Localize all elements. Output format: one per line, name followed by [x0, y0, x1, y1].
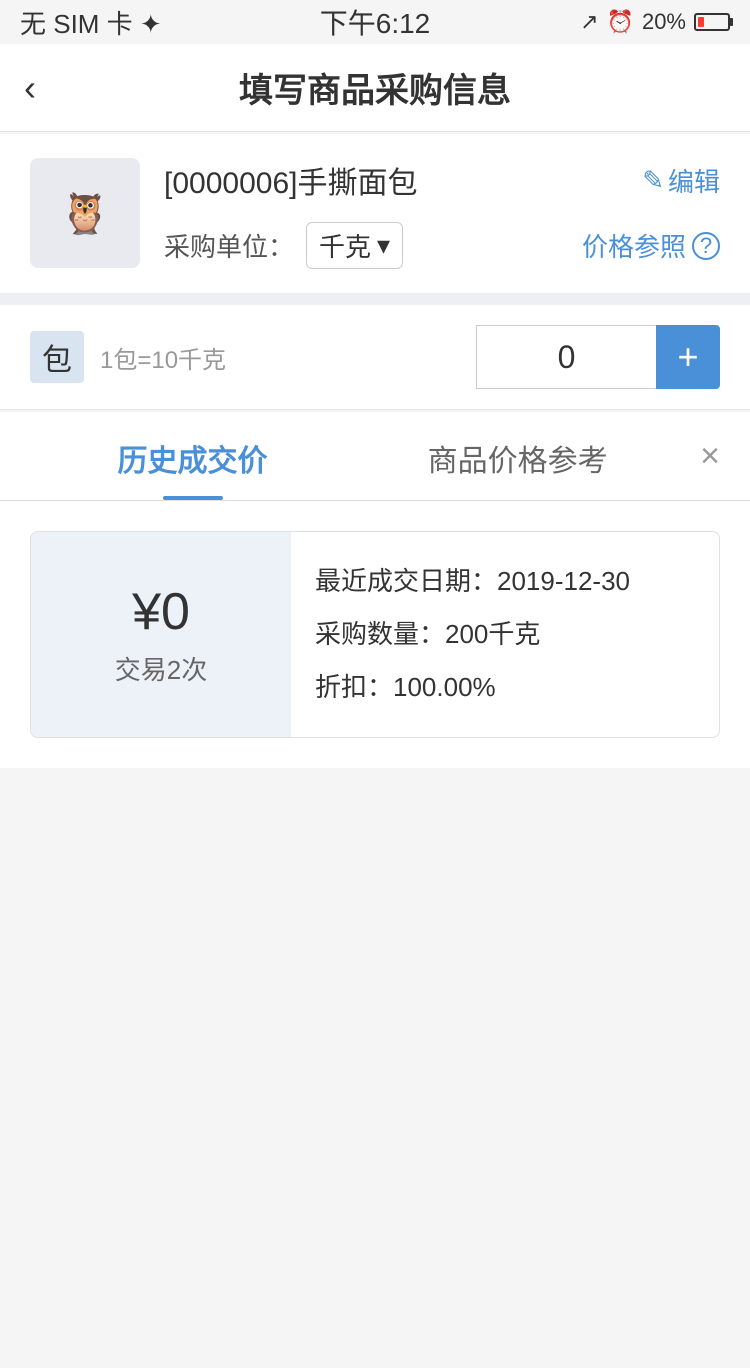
tabs-row: 历史成交价 商品价格参考 ×	[0, 412, 750, 501]
section-divider	[0, 293, 750, 305]
price-amount: ¥0	[132, 582, 190, 642]
detail-qty-value: 200千克	[445, 619, 540, 649]
tab-history-label: 历史成交价	[118, 445, 268, 478]
price-left-panel: ¥0 交易2次	[31, 532, 291, 737]
location-icon: ↗	[580, 9, 598, 35]
nav-bar: ‹ 填写商品采购信息	[0, 44, 750, 132]
unit-bao-label: 包	[30, 331, 84, 383]
price-count: 交易2次	[115, 650, 207, 687]
battery-fill	[698, 17, 704, 27]
product-image: 🦉	[30, 158, 140, 268]
price-right-panel: 最近成交日期：2019-12-30 采购数量：200千克 折扣：100.00%	[291, 532, 719, 737]
price-ref-button[interactable]: 价格参照 ?	[582, 227, 720, 264]
detail-date-value: 2019-12-30	[497, 566, 630, 596]
edit-label: 编辑	[668, 162, 720, 199]
tab-product-price-label: 商品价格参考	[428, 445, 608, 478]
plus-button[interactable]: +	[656, 325, 720, 389]
currency-symbol: ¥	[132, 583, 161, 641]
tab-close-button[interactable]: ×	[680, 417, 720, 496]
carrier-text: 无 SIM 卡 ✦	[20, 4, 162, 41]
unit-label: 采购单位：	[164, 227, 294, 264]
price-ref-label: 价格参照	[582, 227, 686, 264]
page-title: 填写商品采购信息	[239, 63, 511, 112]
product-details: [0000006]手撕面包 ✎ 编辑 采购单位： 千克 ▾ 价格参照 ?	[164, 158, 720, 269]
battery-icon	[694, 13, 730, 31]
detail-date-label: 最近成交日期：	[315, 566, 497, 596]
amount-value: 0	[161, 583, 190, 641]
quantity-label-group: 包 1包=10千克	[30, 331, 226, 383]
price-ref-help-icon: ?	[692, 232, 720, 260]
bottom-panel: 历史成交价 商品价格参考 × ¥0 交易2次 最近成交日期：2019-12-30…	[0, 412, 750, 768]
product-thumbnail-icon: 🦉	[60, 190, 110, 237]
detail-disc-label: 折扣：	[315, 672, 393, 702]
price-detail-quantity: 采购数量：200千克	[315, 615, 695, 654]
history-content: ¥0 交易2次 最近成交日期：2019-12-30 采购数量：200千克 折扣：…	[0, 501, 750, 768]
unit-row: 采购单位： 千克 ▾ 价格参照 ?	[164, 222, 720, 269]
edit-icon: ✎	[642, 165, 664, 196]
unit-value: 千克	[319, 227, 371, 264]
time-text: 下午6:12	[320, 2, 431, 42]
quantity-input[interactable]	[476, 325, 656, 389]
product-name: [0000006]手撕面包	[164, 158, 417, 202]
status-right: ↗ ⏰ 20%	[580, 9, 730, 35]
price-card: ¥0 交易2次 最近成交日期：2019-12-30 采购数量：200千克 折扣：…	[30, 531, 720, 738]
back-button[interactable]: ‹	[24, 67, 36, 109]
detail-qty-label: 采购数量：	[315, 619, 445, 649]
dropdown-icon: ▾	[377, 230, 390, 261]
product-name-row: [0000006]手撕面包 ✎ 编辑	[164, 158, 720, 202]
tab-product-price-ref[interactable]: 商品价格参考	[355, 412, 680, 500]
edit-button[interactable]: ✎ 编辑	[642, 162, 720, 199]
quantity-input-group: +	[476, 325, 720, 389]
price-detail-date: 最近成交日期：2019-12-30	[315, 562, 695, 601]
bao-conversion-text: 1包=10千克	[100, 340, 226, 375]
status-bar: 无 SIM 卡 ✦ 下午6:12 ↗ ⏰ 20%	[0, 0, 750, 44]
price-detail-discount: 折扣：100.00%	[315, 668, 695, 707]
quantity-section: 包 1包=10千克 +	[0, 305, 750, 410]
tab-history-price[interactable]: 历史成交价	[30, 412, 355, 500]
alarm-icon: ⏰	[607, 9, 634, 35]
battery-percent: 20%	[642, 9, 686, 35]
unit-select[interactable]: 千克 ▾	[306, 222, 403, 269]
page-rest	[0, 768, 750, 1368]
detail-disc-value: 100.00%	[393, 672, 496, 702]
product-section: 🦉 [0000006]手撕面包 ✎ 编辑 采购单位： 千克 ▾ 价格参照 ?	[0, 134, 750, 293]
